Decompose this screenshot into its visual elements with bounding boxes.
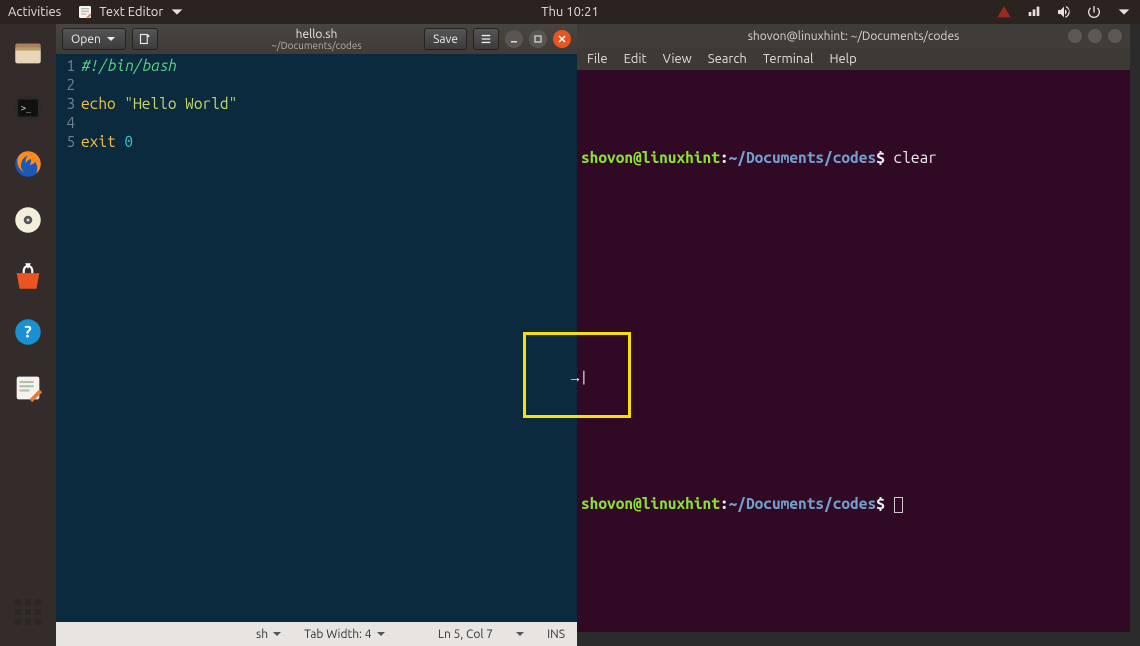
chevron-down-icon: [105, 33, 117, 45]
menu-help[interactable]: Help: [829, 52, 856, 66]
menu-file[interactable]: File: [587, 52, 608, 66]
dock-item-firefox[interactable]: [6, 142, 50, 186]
close-button[interactable]: [1108, 29, 1122, 43]
volume-icon[interactable]: [1056, 4, 1072, 20]
dock-item-help[interactable]: ?: [6, 310, 50, 354]
show-applications-button[interactable]: [6, 590, 50, 634]
software-center-icon: [11, 259, 45, 293]
menu-terminal[interactable]: Terminal: [763, 52, 814, 66]
svg-text:?: ?: [24, 323, 32, 342]
files-icon: [11, 35, 45, 69]
chevron-down-icon[interactable]: [1116, 4, 1132, 20]
chevron-down-icon: [376, 629, 386, 639]
tabwidth-selector[interactable]: Tab Width: 4: [304, 628, 385, 641]
insert-mode: INS: [547, 628, 565, 641]
dock-item-terminal[interactable]: >_: [6, 86, 50, 130]
gedit-filepath: ~/Documents/codes: [271, 40, 362, 51]
code-line: echo: [81, 95, 116, 112]
warning-icon[interactable]: [996, 4, 1012, 20]
dock: >_ ?: [0, 24, 56, 646]
hamburger-menu-button[interactable]: [473, 28, 499, 50]
code-line: #!/bin/bash: [81, 57, 176, 74]
maximize-button[interactable]: [1088, 29, 1102, 43]
gedit-statusbar: sh Tab Width: 4 Ln 5, Col 7 INS: [56, 622, 577, 646]
open-button[interactable]: Open: [62, 28, 126, 50]
power-icon[interactable]: [1086, 4, 1102, 20]
maximize-button[interactable]: [529, 30, 547, 48]
save-button[interactable]: Save: [424, 28, 467, 50]
music-player-icon: [11, 203, 45, 237]
terminal-body[interactable]: shovon@linuxhint:~/Documents/codes$ clea…: [577, 70, 1130, 632]
svg-text:>_: >_: [21, 104, 32, 114]
gedit-headerbar: Open hello.sh ~/Documents/codes Save: [56, 24, 577, 54]
gedit-editor[interactable]: 1 2 3 4 5 #!/bin/bash echo "Hello World"…: [56, 54, 577, 622]
firefox-icon: [11, 147, 45, 181]
new-tab-button[interactable]: [132, 28, 158, 50]
code-area[interactable]: #!/bin/bash echo "Hello World" exit 0: [79, 54, 577, 622]
menu-view[interactable]: View: [663, 52, 692, 66]
minimize-icon: [509, 34, 519, 44]
terminal-titlebar: shovon@linuxhint: ~/Documents/codes: [577, 24, 1130, 48]
chevron-down-icon[interactable]: [515, 629, 525, 639]
app-menu-indicator[interactable]: Text Editor: [77, 4, 185, 20]
dock-item-files[interactable]: [6, 30, 50, 74]
gedit-title: hello.sh ~/Documents/codes: [271, 28, 362, 51]
snap-cursor-icon: →|: [568, 369, 586, 385]
chevron-down-icon: [272, 629, 282, 639]
activities-button[interactable]: Activities: [8, 5, 61, 19]
code-line: exit: [81, 133, 116, 150]
text-editor-icon: [77, 4, 93, 20]
dock-item-gedit[interactable]: [6, 366, 50, 410]
app-menu-label: Text Editor: [99, 5, 163, 19]
text-editor-icon: [11, 371, 45, 405]
top-panel: Activities Text Editor Thu 10:21: [0, 0, 1140, 24]
tabwidth-label: Tab Width: 4: [304, 628, 371, 641]
network-icon[interactable]: [1026, 4, 1042, 20]
cursor-position: Ln 5, Col 7: [438, 628, 493, 641]
terminal-title: shovon@linuxhint: ~/Documents/codes: [748, 30, 960, 43]
clock[interactable]: Thu 10:21: [541, 5, 599, 19]
minimize-button[interactable]: [505, 30, 523, 48]
close-icon: [557, 34, 567, 44]
terminal-cursor: [894, 497, 903, 513]
minimize-button[interactable]: [1068, 29, 1082, 43]
dock-item-software[interactable]: [6, 254, 50, 298]
code-line: "Hello World": [124, 95, 237, 112]
save-button-label: Save: [433, 33, 458, 46]
system-tray: [996, 4, 1132, 20]
menu-edit[interactable]: Edit: [624, 52, 647, 66]
terminal-line: shovon@linuxhint:~/Documents/codes$: [581, 494, 903, 513]
terminal-window: shovon@linuxhint: ~/Documents/codes File…: [577, 24, 1130, 632]
language-label: sh: [256, 628, 268, 641]
chevron-down-icon: [169, 4, 185, 20]
new-document-icon: [139, 33, 151, 45]
terminal-line: shovon@linuxhint:~/Documents/codes$ clea…: [581, 148, 937, 167]
menu-search[interactable]: Search: [708, 52, 747, 66]
language-selector[interactable]: sh: [256, 628, 282, 641]
close-button[interactable]: [553, 30, 571, 48]
gedit-window: Open hello.sh ~/Documents/codes Save 1 2…: [56, 24, 577, 646]
maximize-icon: [533, 34, 543, 44]
dock-item-rhythmbox[interactable]: [6, 198, 50, 242]
code-line: 0: [124, 133, 133, 150]
terminal-menubar: File Edit View Search Terminal Help: [577, 48, 1130, 70]
hamburger-icon: [480, 33, 492, 45]
line-number-gutter: 1 2 3 4 5: [56, 54, 79, 622]
open-button-label: Open: [71, 33, 101, 46]
apps-grid-icon: [15, 599, 41, 625]
help-icon: ?: [11, 315, 45, 349]
terminal-icon: >_: [11, 91, 45, 125]
